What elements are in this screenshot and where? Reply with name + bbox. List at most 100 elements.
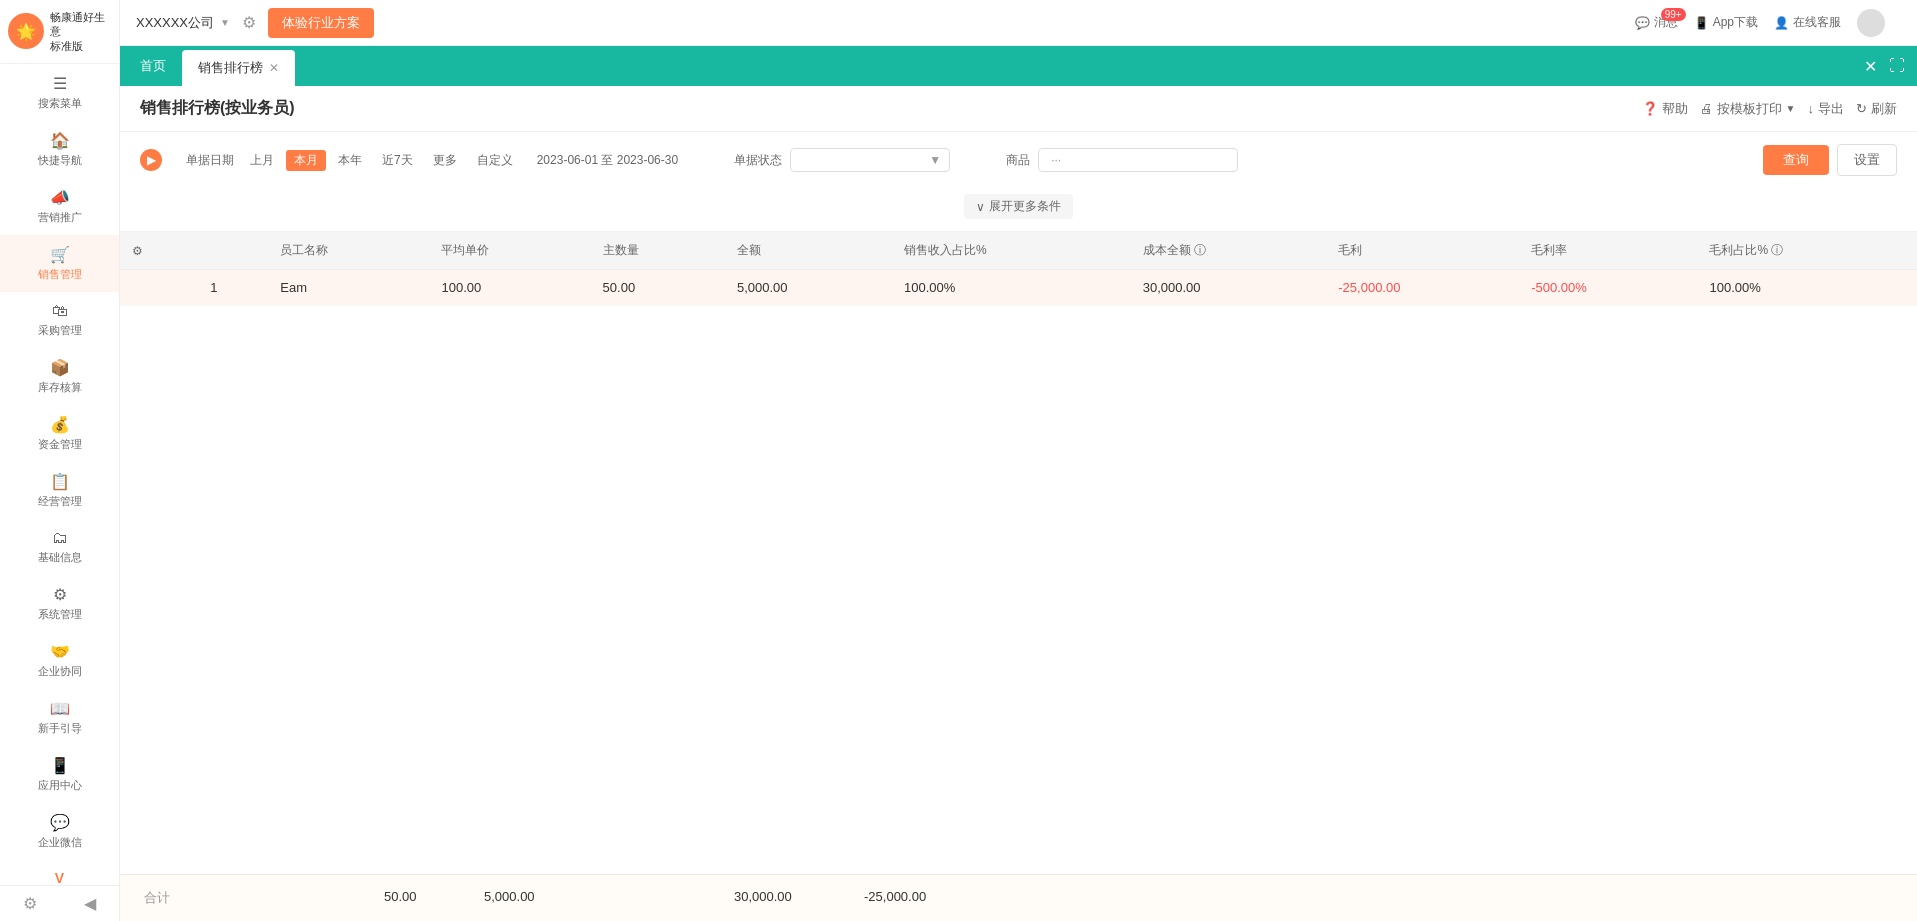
th-cost: 成本全额 ⓘ xyxy=(1131,232,1327,270)
tab-home[interactable]: 首页 xyxy=(124,46,182,86)
tab-label: 销售排行榜 xyxy=(198,59,263,77)
page-actions: ❓ 帮助 🖨 按模板打印 ▼ ↓ 导出 ↻ 刷新 xyxy=(1642,100,1897,118)
sidebar-item-basic[interactable]: 🗂 基础信息 xyxy=(0,519,119,575)
app-download-button[interactable]: 📱 App下载 xyxy=(1694,14,1758,31)
sidebar-bottom: ⚙ ◀ xyxy=(0,885,119,921)
refresh-button[interactable]: ↻ 刷新 xyxy=(1856,100,1897,118)
sidebar-item-collab[interactable]: 🤝 企业协同 xyxy=(0,632,119,689)
data-table: ⚙ 员工名称 平均单价 主数量 全额 销售收入占比% 成本全额 ⓘ 毛利 毛利率… xyxy=(120,232,1917,306)
th-amount: 全额 xyxy=(725,232,892,270)
topbar: XXXXXX公司 ▼ ⚙ 体验行业方案 💬 消息 99+ 📱 App下载 👤 在… xyxy=(120,0,1917,46)
td-sales-pct: 100.00% xyxy=(892,270,1131,306)
sidebar-collapse-icon[interactable]: ◀ xyxy=(84,894,96,913)
logo-text: 畅康通好生意 标准版 xyxy=(50,10,111,53)
help-button[interactable]: ❓ 帮助 xyxy=(1642,100,1688,118)
sidebar-item-shortcut[interactable]: 🏠 快捷导航 xyxy=(0,121,119,178)
print-icon: 🖨 xyxy=(1700,101,1713,116)
message-icon: 💬 xyxy=(1635,16,1650,30)
chevron-down-icon: ▼ xyxy=(1786,103,1796,114)
sidebar-item-search[interactable]: ☰ 搜索菜单 xyxy=(0,64,119,121)
export-label: 导出 xyxy=(1818,100,1844,118)
date-tab-custom[interactable]: 自定义 xyxy=(469,150,521,171)
template-print-label: 按模板打印 xyxy=(1717,100,1782,118)
app-download-label: App下载 xyxy=(1713,14,1758,31)
sidebar-item-label: 资金管理 xyxy=(38,437,82,452)
goods-label: 商品 xyxy=(1006,152,1030,169)
sidebar-item-guide[interactable]: 📖 新手引导 xyxy=(0,689,119,746)
action-buttons: 查询 设置 xyxy=(1763,144,1897,176)
goods-select[interactable]: ··· xyxy=(1038,148,1238,172)
sidebar-item-label: 基础信息 xyxy=(38,550,82,565)
message-button[interactable]: 💬 消息 99+ xyxy=(1635,14,1678,31)
sidebar-item-inventory[interactable]: 📦 库存核算 xyxy=(0,348,119,405)
topbar-settings-icon[interactable]: ⚙ xyxy=(242,13,256,32)
tabbar-right: ✕ ⛶ xyxy=(1864,57,1917,76)
th-settings[interactable]: ⚙ xyxy=(120,232,198,270)
export-button[interactable]: ↓ 导出 xyxy=(1808,100,1845,118)
basic-icon: 🗂 xyxy=(52,529,68,547)
column-settings-icon[interactable]: ⚙ xyxy=(132,244,143,258)
table-row: 1 Eam 100.00 50.00 5,000.00 100.00% 30,0… xyxy=(120,270,1917,306)
help-label: 帮助 xyxy=(1662,100,1688,118)
td-amount: 5,000.00 xyxy=(725,270,892,306)
filter-row: ▶ 单据日期 上月 本月 本年 近7天 更多 自定义 2023-06-01 至 … xyxy=(140,144,1897,176)
sidebar-item-sales[interactable]: 🛒 销售管理 xyxy=(0,235,119,292)
date-tab-last-month[interactable]: 上月 xyxy=(242,150,282,171)
template-print-button[interactable]: 🖨 按模板打印 ▼ xyxy=(1700,100,1796,118)
page-title: 销售排行榜(按业务员) xyxy=(140,98,295,119)
logo-icon: 🌟 xyxy=(8,13,44,49)
date-tab-more[interactable]: 更多 xyxy=(425,150,465,171)
footer-gross: -25,000.00 xyxy=(852,885,938,911)
date-tab-this-year[interactable]: 本年 xyxy=(330,150,370,171)
main-content: XXXXXX公司 ▼ ⚙ 体验行业方案 💬 消息 99+ 📱 App下载 👤 在… xyxy=(120,0,1917,921)
td-gross-pct: 100.00% xyxy=(1697,270,1917,306)
date-tab-7days[interactable]: 近7天 xyxy=(374,150,421,171)
sidebar-item-member[interactable]: V 畅会员 xyxy=(0,860,119,885)
online-service-label: 在线客服 xyxy=(1793,14,1841,31)
fullscreen-icon[interactable]: ⛶ xyxy=(1889,57,1905,75)
wechat-icon: 💬 xyxy=(50,813,70,832)
date-tab-this-month[interactable]: 本月 xyxy=(286,150,326,171)
query-button[interactable]: 查询 xyxy=(1763,145,1829,175)
service-icon: 👤 xyxy=(1774,16,1789,30)
collapse-arrow-button[interactable]: ▶ xyxy=(140,149,162,171)
logo: 🌟 畅康通好生意 标准版 xyxy=(0,0,119,64)
sidebar-item-finance[interactable]: 💰 资金管理 xyxy=(0,405,119,462)
marketing-icon: 📣 xyxy=(50,188,70,207)
company-selector[interactable]: XXXXXX公司 ▼ xyxy=(136,14,230,32)
online-service-button[interactable]: 👤 在线客服 xyxy=(1774,14,1841,31)
th-gross-rate: 毛利率 xyxy=(1519,232,1697,270)
sidebar-item-purchase[interactable]: 🛍 采购管理 xyxy=(0,292,119,348)
td-rank: 1 xyxy=(198,270,268,306)
td-gross-rate: -500.00% xyxy=(1519,270,1697,306)
sidebar-item-marketing[interactable]: 📣 营销推广 xyxy=(0,178,119,235)
footer-spacer xyxy=(592,885,722,911)
sidebar-item-wechat[interactable]: 💬 企业微信 xyxy=(0,803,119,860)
sidebar-item-label: 企业协同 xyxy=(38,664,82,679)
filter-settings-button[interactable]: 设置 xyxy=(1837,144,1897,176)
expand-icon: ∨ xyxy=(976,200,985,214)
expand-more-button[interactable]: ∨ 展开更多条件 xyxy=(964,194,1073,219)
download-icon: 📱 xyxy=(1694,16,1709,30)
sidebar-settings-icon[interactable]: ⚙ xyxy=(23,894,37,913)
footer-label: 合计 xyxy=(132,885,372,911)
refresh-label: 刷新 xyxy=(1871,100,1897,118)
inventory-icon: 📦 xyxy=(50,358,70,377)
tab-close-icon[interactable]: ✕ xyxy=(269,61,279,75)
try-industry-button[interactable]: 体验行业方案 xyxy=(268,8,374,38)
sidebar-item-system[interactable]: ⚙ 系统管理 xyxy=(0,575,119,632)
logo-title: 畅康通好生意 xyxy=(50,10,111,39)
search-menu-icon: ☰ xyxy=(53,74,67,93)
avatar xyxy=(1857,9,1885,37)
sidebar-item-operation[interactable]: 📋 经营管理 xyxy=(0,462,119,519)
sidebar-item-label: 采购管理 xyxy=(38,323,82,338)
td-qty: 50.00 xyxy=(591,270,725,306)
sidebar-item-apps[interactable]: 📱 应用中心 xyxy=(0,746,119,803)
th-sales-pct: 销售收入占比% xyxy=(892,232,1131,270)
tab-sales-ranking[interactable]: 销售排行榜 ✕ xyxy=(182,50,295,86)
table-header-row: ⚙ 员工名称 平均单价 主数量 全额 销售收入占比% 成本全额 ⓘ 毛利 毛利率… xyxy=(120,232,1917,270)
collab-icon: 🤝 xyxy=(50,642,70,661)
purchase-icon: 🛍 xyxy=(52,302,68,320)
status-select[interactable]: ▼ xyxy=(790,148,950,172)
close-window-icon[interactable]: ✕ xyxy=(1864,57,1877,76)
